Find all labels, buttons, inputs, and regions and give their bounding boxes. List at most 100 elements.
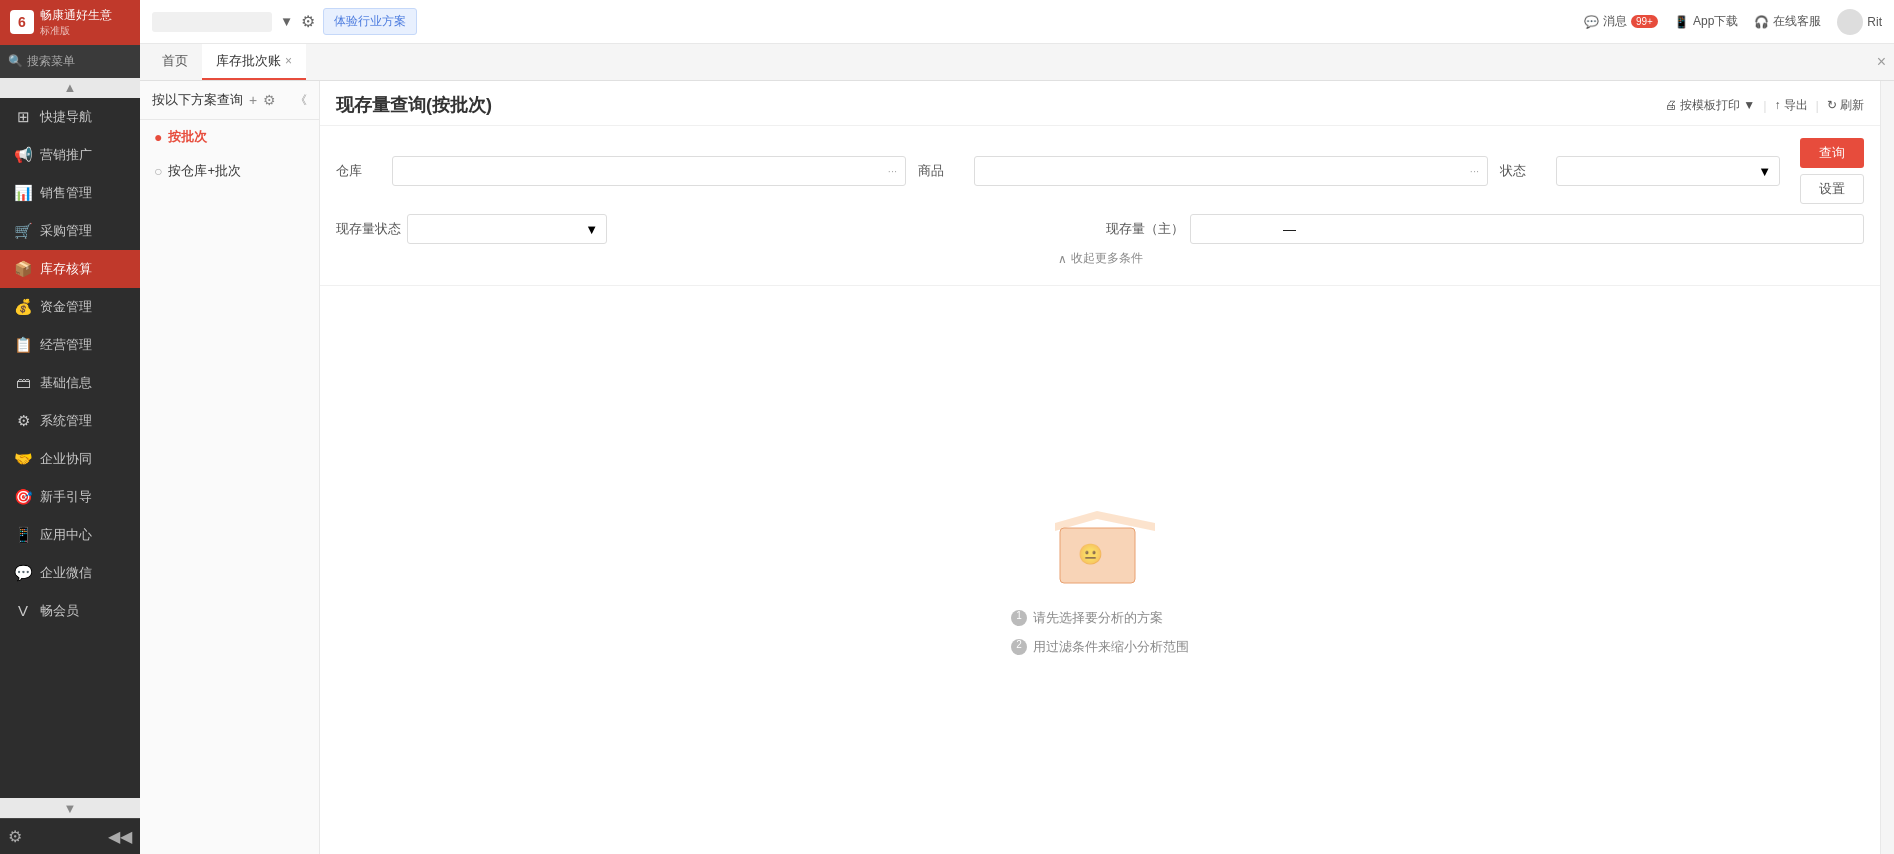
nav-icon-basic: 🗃 bbox=[14, 374, 32, 391]
sidebar-footer: ⚙ ◀◀ bbox=[0, 818, 140, 854]
nav-label-wechat: 企业微信 bbox=[40, 564, 92, 582]
nav-label-vip: 畅会员 bbox=[40, 602, 79, 620]
nav-label-apps: 应用中心 bbox=[40, 526, 92, 544]
nav-icon-system: ⚙ bbox=[14, 412, 32, 430]
customer-service-btn[interactable]: 🎧 在线客服 bbox=[1754, 13, 1821, 30]
app-title: 畅康通好生意 标准版 bbox=[40, 8, 112, 37]
collapse-more-btn[interactable]: ∧ 收起更多条件 bbox=[336, 244, 1864, 273]
close-all-tabs-btn[interactable]: × bbox=[1877, 53, 1886, 71]
nav-label-sales: 销售管理 bbox=[40, 184, 92, 202]
query-btn[interactable]: 查询 bbox=[1800, 138, 1864, 168]
left-panel-title: 按以下方案查询 bbox=[152, 91, 243, 109]
sidebar-item-sales[interactable]: 📊 销售管理 bbox=[0, 174, 140, 212]
product-input[interactable]: ··· bbox=[974, 156, 1488, 186]
quantity-from-input[interactable] bbox=[1199, 222, 1279, 237]
page-title: 现存量查询(按批次) bbox=[336, 93, 1665, 117]
inv-status-dropdown-icon: ▼ bbox=[585, 222, 598, 237]
sidebar-item-purchase[interactable]: 🛒采购管理 bbox=[0, 212, 140, 250]
refresh-btn[interactable]: ↻ 刷新 bbox=[1827, 97, 1864, 114]
sidebar-item-newbie[interactable]: 🎯新手引导 bbox=[0, 478, 140, 516]
empty-step-1: 1 请先选择要分析的方案 bbox=[1011, 609, 1189, 632]
sidebar-item-vip[interactable]: V 畅会员 bbox=[0, 592, 140, 630]
inventory-quantity-label: 现存量（主） bbox=[1106, 220, 1184, 238]
tab-bar: 首页 库存批次账 × × bbox=[140, 44, 1894, 81]
nav-icon-vip: V bbox=[14, 602, 32, 619]
warehouse-input[interactable]: ··· bbox=[392, 156, 906, 186]
nav-icon-inventory: 📦 bbox=[14, 260, 32, 278]
plan-item-warehouse-batch[interactable]: ○ 按仓库+批次 bbox=[140, 154, 319, 188]
tab-home[interactable]: 首页 bbox=[148, 44, 202, 80]
nav-icon-shortcuts: ⊞ bbox=[14, 108, 32, 126]
tab-batch-account[interactable]: 库存批次账 × bbox=[202, 44, 306, 80]
inventory-status-select[interactable]: ▼ bbox=[407, 214, 607, 244]
sidebar-item-inventory[interactable]: 📦库存核算 bbox=[0, 250, 140, 288]
header-gear-btn[interactable]: ⚙ bbox=[301, 12, 315, 31]
settings-footer-btn[interactable]: ⚙ bbox=[8, 827, 22, 846]
inventory-status-label: 现存量状态 bbox=[336, 220, 401, 238]
empty-svg: 😐 bbox=[1040, 473, 1160, 593]
breadcrumb-dropdown-btn[interactable]: ▼ bbox=[280, 14, 293, 29]
sidebar-item-shortcuts[interactable]: ⊞快捷导航 bbox=[0, 98, 140, 136]
sidebar-item-system[interactable]: ⚙系统管理 bbox=[0, 402, 140, 440]
main-area: ▼ ⚙ 体验行业方案 💬 消息 99+ 📱 App下载 🎧 在线客服 Rit bbox=[140, 0, 1894, 854]
sidebar-item-marketing[interactable]: 📢营销推广 bbox=[0, 136, 140, 174]
add-plan-btn[interactable]: + bbox=[249, 92, 257, 108]
headset-icon: 🎧 bbox=[1754, 15, 1769, 29]
settings-btn[interactable]: 设置 bbox=[1800, 174, 1864, 204]
product-field: 商品 ··· bbox=[918, 156, 1488, 186]
nav-label-operations: 经营管理 bbox=[40, 336, 92, 354]
print-btn[interactable]: 🖨 按模板打印 ▼ bbox=[1665, 97, 1755, 114]
plan-settings-btn[interactable]: ⚙ bbox=[263, 92, 276, 108]
quantity-to-input[interactable] bbox=[1300, 222, 1380, 237]
sidebar-item-apps[interactable]: 📱 应用中心 bbox=[0, 516, 140, 554]
nav-label-basic: 基础信息 bbox=[40, 374, 92, 392]
tab-close-btn[interactable]: × bbox=[285, 54, 292, 68]
sidebar-item-basic[interactable]: 🗃 基础信息 bbox=[0, 364, 140, 402]
export-icon: ↑ bbox=[1775, 98, 1781, 112]
nav-icon-operations: 📋 bbox=[14, 336, 32, 354]
plan-item-batch[interactable]: ● 按批次 bbox=[140, 120, 319, 154]
search-menu[interactable]: 🔍 搜索菜单 bbox=[0, 45, 140, 78]
status-select[interactable]: ▼ bbox=[1556, 156, 1780, 186]
nav-label-finance: 资金管理 bbox=[40, 298, 92, 316]
scroll-down-btn[interactable]: ▼ bbox=[0, 798, 140, 818]
sidebar-nav: ⊞快捷导航📢营销推广 📊 销售管理 🛒采购管理📦库存核算💰资金管理 📋 经营管理 🗃 基础信息… bbox=[0, 98, 140, 798]
breadcrumb-input[interactable] bbox=[152, 12, 272, 32]
left-panel-header: 按以下方案查询 + ⚙ 《 bbox=[140, 81, 319, 120]
status-label: 状态 bbox=[1500, 162, 1550, 180]
collapse-left-panel-btn[interactable]: 《 bbox=[295, 92, 307, 109]
app-download-btn[interactable]: 📱 App下载 bbox=[1674, 13, 1738, 30]
page-title-bar: 现存量查询(按批次) 🖨 按模板打印 ▼ | ↑ 导出 | ↻ bbox=[320, 81, 1880, 126]
nav-icon-sales: 📊 bbox=[14, 184, 32, 202]
inventory-quantity-field: 现存量（主） — bbox=[1106, 214, 1864, 244]
message-btn[interactable]: 💬 消息 99+ bbox=[1584, 13, 1658, 30]
sidebar-item-wechat[interactable]: 💬企业微信 bbox=[0, 554, 140, 592]
action-buttons: 查询 设置 bbox=[1800, 138, 1864, 204]
sidebar-item-finance[interactable]: 💰资金管理 bbox=[0, 288, 140, 326]
print-dropdown-icon: ▼ bbox=[1743, 98, 1755, 112]
scroll-up-btn[interactable]: ▲ bbox=[0, 78, 140, 98]
sidebar-item-enterprise[interactable]: 🤝企业协同 bbox=[0, 440, 140, 478]
plan-list: ● 按批次 ○ 按仓库+批次 bbox=[140, 120, 319, 188]
warehouse-label: 仓库 bbox=[336, 162, 386, 180]
collapse-icon: ∧ bbox=[1058, 252, 1067, 266]
user-avatar bbox=[1837, 9, 1863, 35]
export-btn[interactable]: ↑ 导出 bbox=[1775, 97, 1808, 114]
quantity-range-input[interactable]: — bbox=[1190, 214, 1864, 244]
right-panel: 现存量查询(按批次) 🖨 按模板打印 ▼ | ↑ 导出 | ↻ bbox=[320, 81, 1880, 854]
empty-illustration: 😐 bbox=[1040, 473, 1160, 593]
nav-icon-apps: 📱 bbox=[14, 526, 32, 544]
experience-btn[interactable]: 体验行业方案 bbox=[323, 8, 417, 35]
nav-label-marketing: 营销推广 bbox=[40, 146, 92, 164]
message-badge: 99+ bbox=[1631, 15, 1658, 28]
status-dropdown-icon: ▼ bbox=[1758, 164, 1771, 179]
top-header: ▼ ⚙ 体验行业方案 💬 消息 99+ 📱 App下载 🎧 在线客服 Rit bbox=[140, 0, 1894, 44]
user-menu-btn[interactable]: Rit bbox=[1837, 9, 1882, 35]
sidebar-item-operations[interactable]: 📋 经营管理 bbox=[0, 326, 140, 364]
header-right: 💬 消息 99+ 📱 App下载 🎧 在线客服 Rit bbox=[1584, 9, 1882, 35]
svg-text:😐: 😐 bbox=[1078, 542, 1103, 566]
collapse-sidebar-btn[interactable]: ◀◀ bbox=[108, 827, 132, 846]
inventory-status-field: 现存量状态 ▼ bbox=[336, 214, 1094, 244]
filter-row-2: 现存量状态 ▼ 现存量（主） — bbox=[336, 214, 1864, 244]
nav-label-purchase: 采购管理 bbox=[40, 222, 92, 240]
